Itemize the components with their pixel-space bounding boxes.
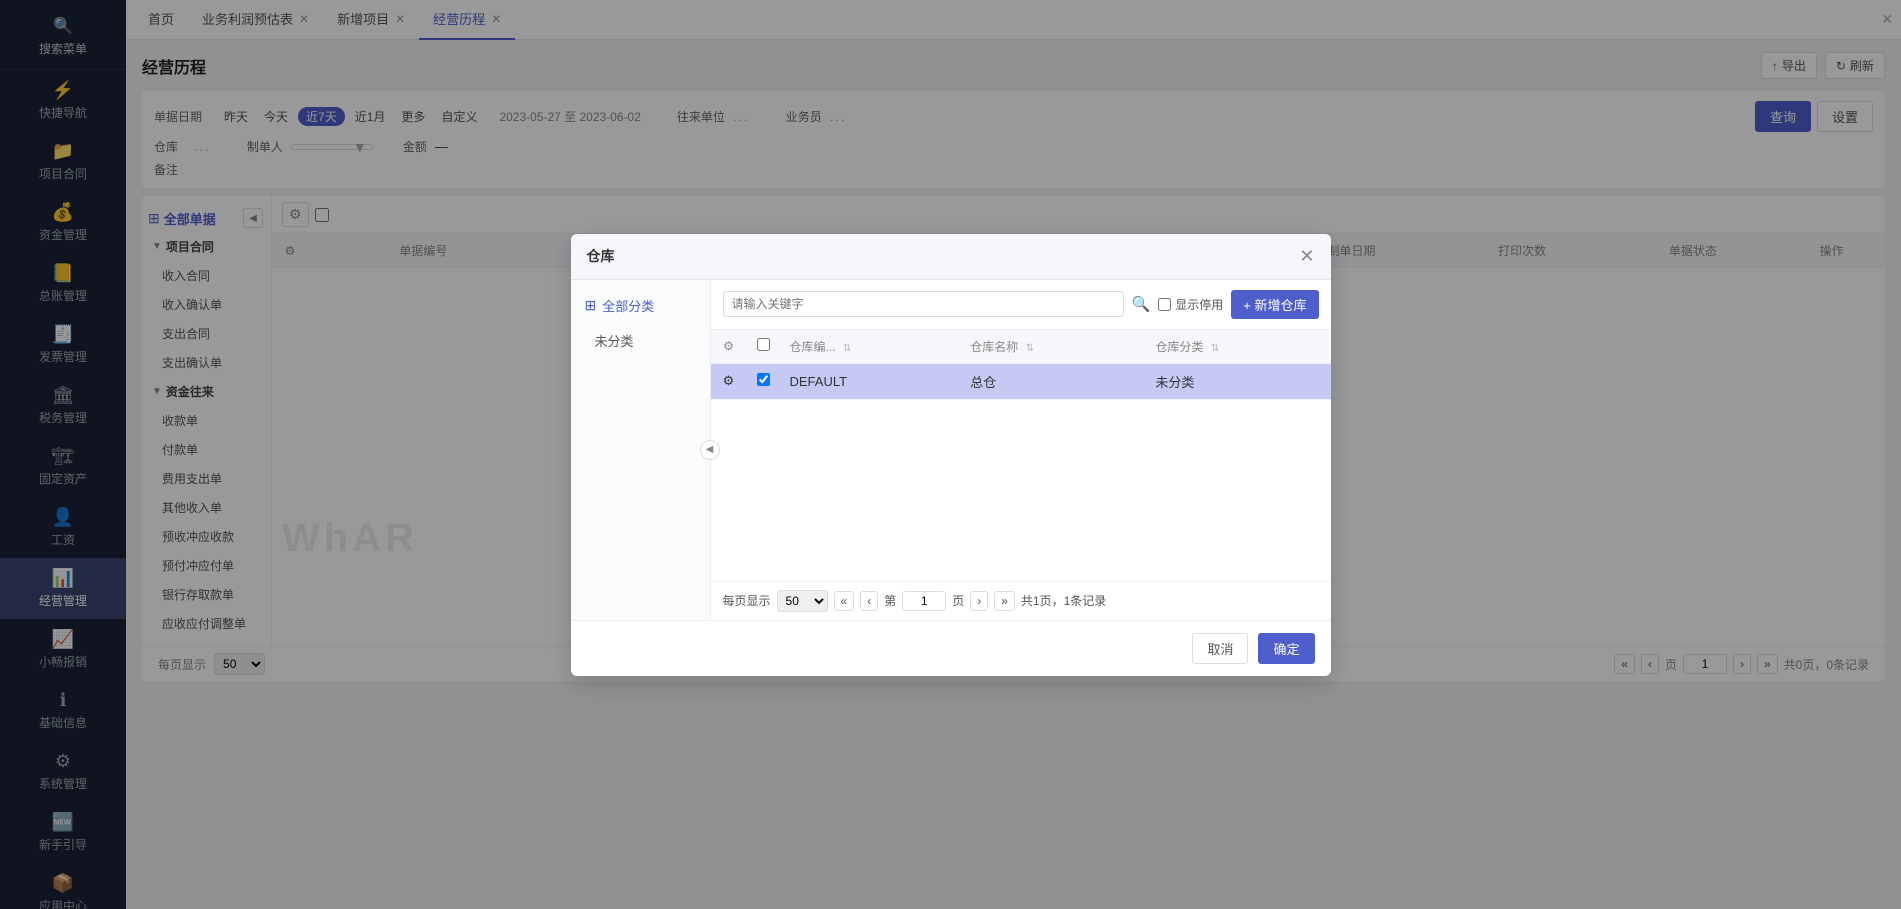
row-category-cell: 未分类 xyxy=(1145,363,1330,399)
dialog-left-collapse-btn[interactable]: ◀ xyxy=(700,440,720,460)
dialog-title: 仓库 xyxy=(587,246,615,266)
dialog-pagination: 每页显示 50 20 100 « ‹ 第 页 › » 共1页，1条记录 xyxy=(711,581,1331,620)
dialog-first-page-btn[interactable]: « xyxy=(834,591,855,611)
dialog-body: ⊞ 全部分类 未分类 ◀ 🔍 显示停用 xyxy=(571,280,1331,620)
sort-icon-name: ⇅ xyxy=(1026,343,1034,354)
confirm-button[interactable]: 确定 xyxy=(1258,633,1314,664)
row-checkbox-cell xyxy=(747,363,780,399)
dialog-left-panel: ⊞ 全部分类 未分类 ◀ xyxy=(571,280,711,620)
sort-icon-code: ⇅ xyxy=(843,343,851,354)
dialog-header: 仓库 ✕ xyxy=(571,234,1331,280)
dialog-right-panel: 🔍 显示停用 + 新增仓库 ⚙ xyxy=(711,280,1331,620)
th-settings: ⚙ xyxy=(711,330,747,364)
dialog-table: ⚙ 仓库编... ⇅ 仓库名称 ⇅ xyxy=(711,330,1331,581)
show-disabled-checkbox-label[interactable]: 显示停用 xyxy=(1158,296,1223,313)
th-code: 仓库编... ⇅ xyxy=(780,330,961,364)
dialog-per-page-select[interactable]: 50 20 100 xyxy=(777,590,828,612)
dialog-search-btn[interactable]: 🔍 xyxy=(1132,295,1151,313)
th-category: 仓库分类 ⇅ xyxy=(1145,330,1330,364)
dialog-left-all-category[interactable]: ⊞ 全部分类 xyxy=(571,288,710,323)
warehouse-dialog: 仓库 ✕ ⊞ 全部分类 未分类 ◀ xyxy=(571,234,1331,676)
show-disabled-checkbox[interactable] xyxy=(1158,298,1171,311)
dialog-close-btn[interactable]: ✕ xyxy=(1299,246,1314,267)
table-row[interactable]: ⚙ DEFAULT 总仓 未分类 xyxy=(711,363,1331,399)
dialog-search-input[interactable] xyxy=(723,291,1124,317)
dialog-page-label: 第 xyxy=(884,592,896,609)
row-checkbox[interactable] xyxy=(757,373,770,386)
row-settings-cell: ⚙ xyxy=(711,363,747,399)
dialog-next-page-btn[interactable]: › xyxy=(970,591,988,611)
th-name: 仓库名称 ⇅ xyxy=(960,330,1145,364)
dialog-per-page-label: 每页显示 xyxy=(723,592,771,609)
dialog-toolbar: 🔍 显示停用 + 新增仓库 xyxy=(711,280,1331,330)
dialog-actions: 取消 确定 xyxy=(571,620,1331,676)
sort-icon-category: ⇅ xyxy=(1211,343,1219,354)
cancel-button[interactable]: 取消 xyxy=(1192,633,1248,664)
row-name-cell: 总仓 xyxy=(960,363,1145,399)
dialog-select-all[interactable] xyxy=(757,338,770,351)
row-code-cell: DEFAULT xyxy=(780,363,961,399)
dialog-left-uncategorized[interactable]: 未分类 xyxy=(571,323,710,358)
dialog-overlay: 仓库 ✕ ⊞ 全部分类 未分类 ◀ xyxy=(0,0,1901,909)
dialog-page-input[interactable] xyxy=(902,591,946,611)
dialog-last-page-btn[interactable]: » xyxy=(994,591,1015,611)
add-warehouse-btn[interactable]: + 新增仓库 xyxy=(1231,290,1318,319)
dialog-total-records: 共1页，1条记录 xyxy=(1021,592,1106,609)
dialog-page-unit: 页 xyxy=(952,592,964,609)
th-checkbox xyxy=(747,330,780,364)
grid-icon: ⊞ xyxy=(585,297,597,314)
dialog-prev-page-btn[interactable]: ‹ xyxy=(860,591,878,611)
